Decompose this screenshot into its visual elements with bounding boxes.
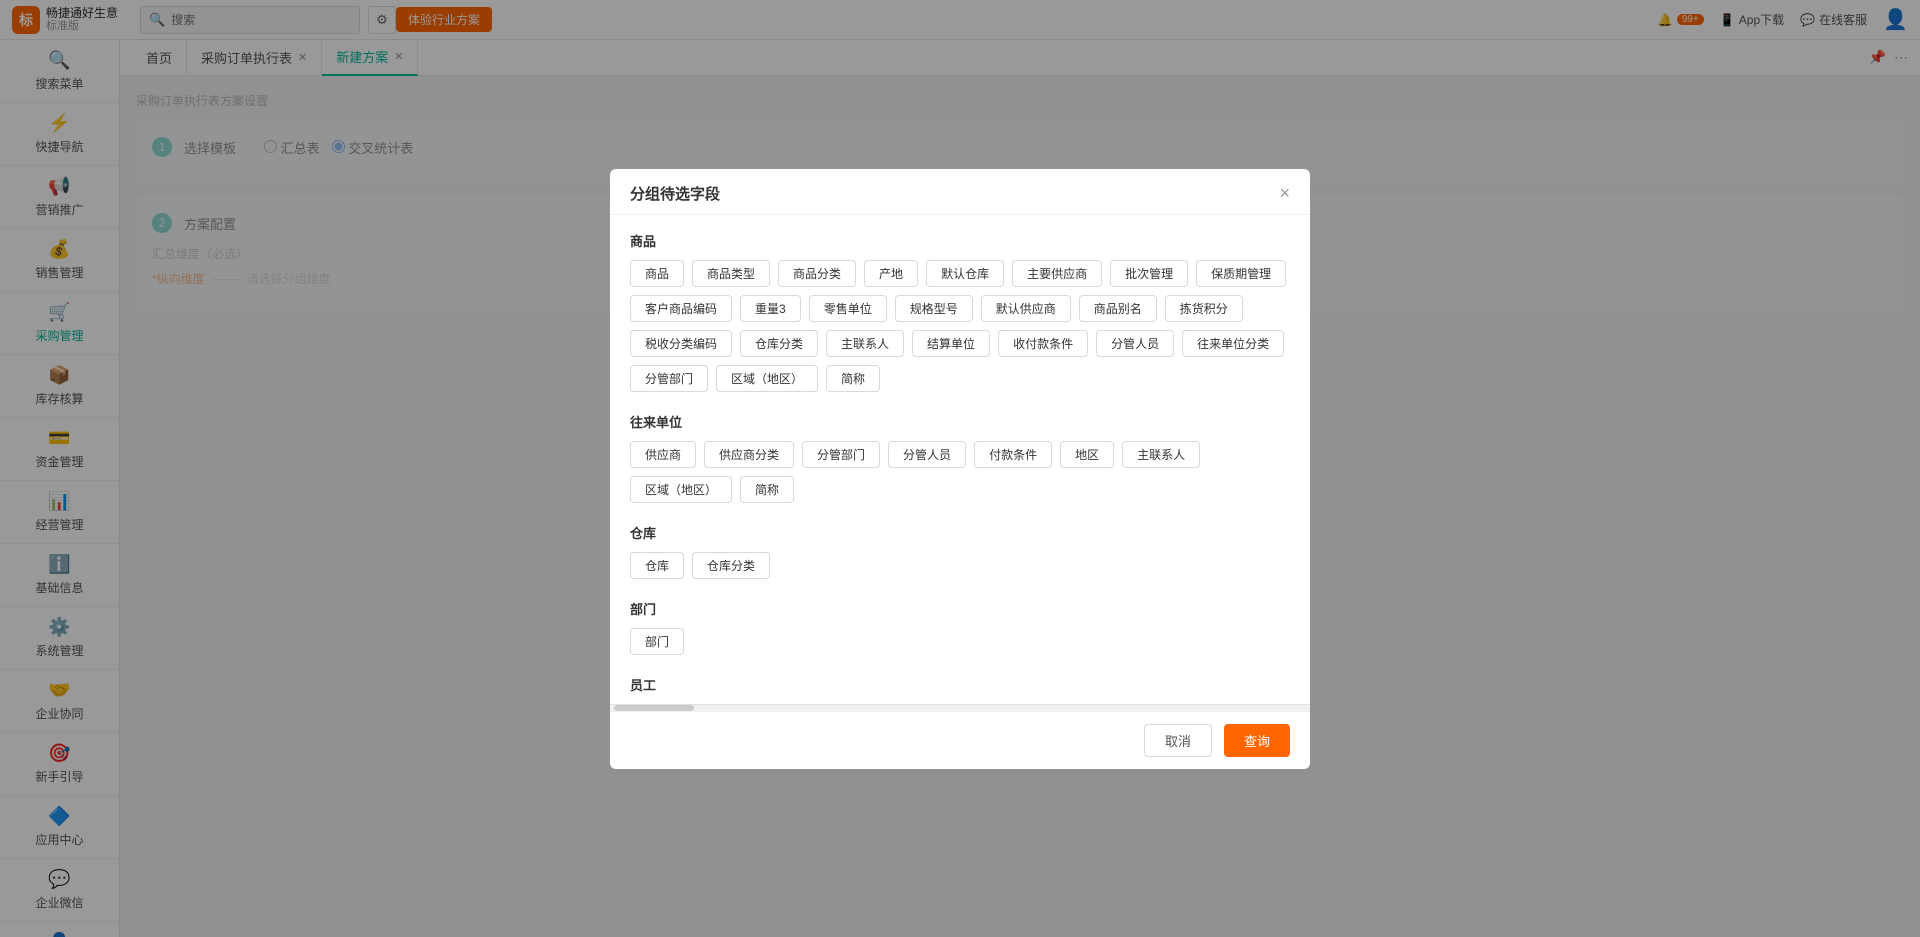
field-tag[interactable]: 地区 (1060, 441, 1114, 468)
field-tag[interactable]: 分管人员 (1096, 330, 1174, 357)
section-partner-tags: 供应商 供应商分类 分管部门 分管人员 付款条件 地区 主联系人 区域（地区） … (630, 441, 1290, 503)
field-tag[interactable]: 分管部门 (802, 441, 880, 468)
field-tag[interactable]: 主联系人 (826, 330, 904, 357)
field-select-modal: 分组待选字段 × 商品 商品 商品类型 商品分类 产地 默认仓库 主要供应商 批… (610, 169, 1310, 769)
horizontal-scrollbar[interactable] (610, 704, 1310, 711)
field-tag[interactable]: 商品 (630, 260, 684, 287)
modal-header: 分组待选字段 × (610, 169, 1310, 215)
section-department-tags: 部门 (630, 628, 1290, 655)
section-department: 部门 部门 (630, 599, 1290, 655)
modal-body: 商品 商品 商品类型 商品分类 产地 默认仓库 主要供应商 批次管理 保质期管理… (610, 215, 1310, 704)
field-tag[interactable]: 部门 (630, 628, 684, 655)
field-tag[interactable]: 收付款条件 (998, 330, 1088, 357)
field-tag[interactable]: 主要供应商 (1012, 260, 1102, 287)
field-tag[interactable]: 供应商分类 (704, 441, 794, 468)
section-goods-tags: 商品 商品类型 商品分类 产地 默认仓库 主要供应商 批次管理 保质期管理 客户… (630, 260, 1290, 392)
field-tag[interactable]: 客户商品编码 (630, 295, 732, 322)
field-tag[interactable]: 商品类型 (692, 260, 770, 287)
field-tag[interactable]: 规格型号 (895, 295, 973, 322)
confirm-button[interactable]: 查询 (1224, 724, 1290, 757)
field-tag[interactable]: 税收分类编码 (630, 330, 732, 357)
section-warehouse: 仓库 仓库 仓库分类 (630, 523, 1290, 579)
modal-overlay: 分组待选字段 × 商品 商品 商品类型 商品分类 产地 默认仓库 主要供应商 批… (0, 0, 1920, 937)
section-department-title: 部门 (630, 599, 1290, 618)
field-tag[interactable]: 付款条件 (974, 441, 1052, 468)
field-tag[interactable]: 往来单位分类 (1182, 330, 1284, 357)
field-tag[interactable]: 默认供应商 (981, 295, 1071, 322)
modal-footer: 取消 查询 (610, 711, 1310, 769)
field-tag[interactable]: 主联系人 (1122, 441, 1200, 468)
field-tag[interactable]: 仓库分类 (740, 330, 818, 357)
modal-title: 分组待选字段 (630, 183, 720, 204)
field-tag[interactable]: 商品分类 (778, 260, 856, 287)
field-tag[interactable]: 区域（地区） (630, 476, 732, 503)
scroll-thumb (614, 705, 694, 711)
field-tag[interactable]: 重量3 (740, 295, 801, 322)
field-tag[interactable]: 分管人员 (888, 441, 966, 468)
field-tag[interactable]: 产地 (864, 260, 918, 287)
field-tag[interactable]: 默认仓库 (926, 260, 1004, 287)
field-tag[interactable]: 区域（地区） (716, 365, 818, 392)
field-tag[interactable]: 零售单位 (809, 295, 887, 322)
field-tag[interactable]: 供应商 (630, 441, 696, 468)
section-partner-title: 往来单位 (630, 412, 1290, 431)
field-tag[interactable]: 批次管理 (1110, 260, 1188, 287)
field-tag[interactable]: 简称 (826, 365, 880, 392)
cancel-button[interactable]: 取消 (1144, 724, 1212, 757)
section-goods-title: 商品 (630, 231, 1290, 250)
field-tag[interactable]: 保质期管理 (1196, 260, 1286, 287)
section-goods: 商品 商品 商品类型 商品分类 产地 默认仓库 主要供应商 批次管理 保质期管理… (630, 231, 1290, 392)
field-tag[interactable]: 结算单位 (912, 330, 990, 357)
field-tag[interactable]: 分管部门 (630, 365, 708, 392)
field-tag[interactable]: 简称 (740, 476, 794, 503)
section-partner: 往来单位 供应商 供应商分类 分管部门 分管人员 付款条件 地区 主联系人 区域… (630, 412, 1290, 503)
section-employee: 员工 业务员 (630, 675, 1290, 704)
modal-close-btn[interactable]: × (1279, 183, 1290, 204)
field-tag[interactable]: 仓库 (630, 552, 684, 579)
field-tag[interactable]: 仓库分类 (692, 552, 770, 579)
field-tag[interactable]: 拣货积分 (1165, 295, 1243, 322)
section-warehouse-tags: 仓库 仓库分类 (630, 552, 1290, 579)
field-tag[interactable]: 商品别名 (1079, 295, 1157, 322)
section-employee-title: 员工 (630, 675, 1290, 694)
section-warehouse-title: 仓库 (630, 523, 1290, 542)
